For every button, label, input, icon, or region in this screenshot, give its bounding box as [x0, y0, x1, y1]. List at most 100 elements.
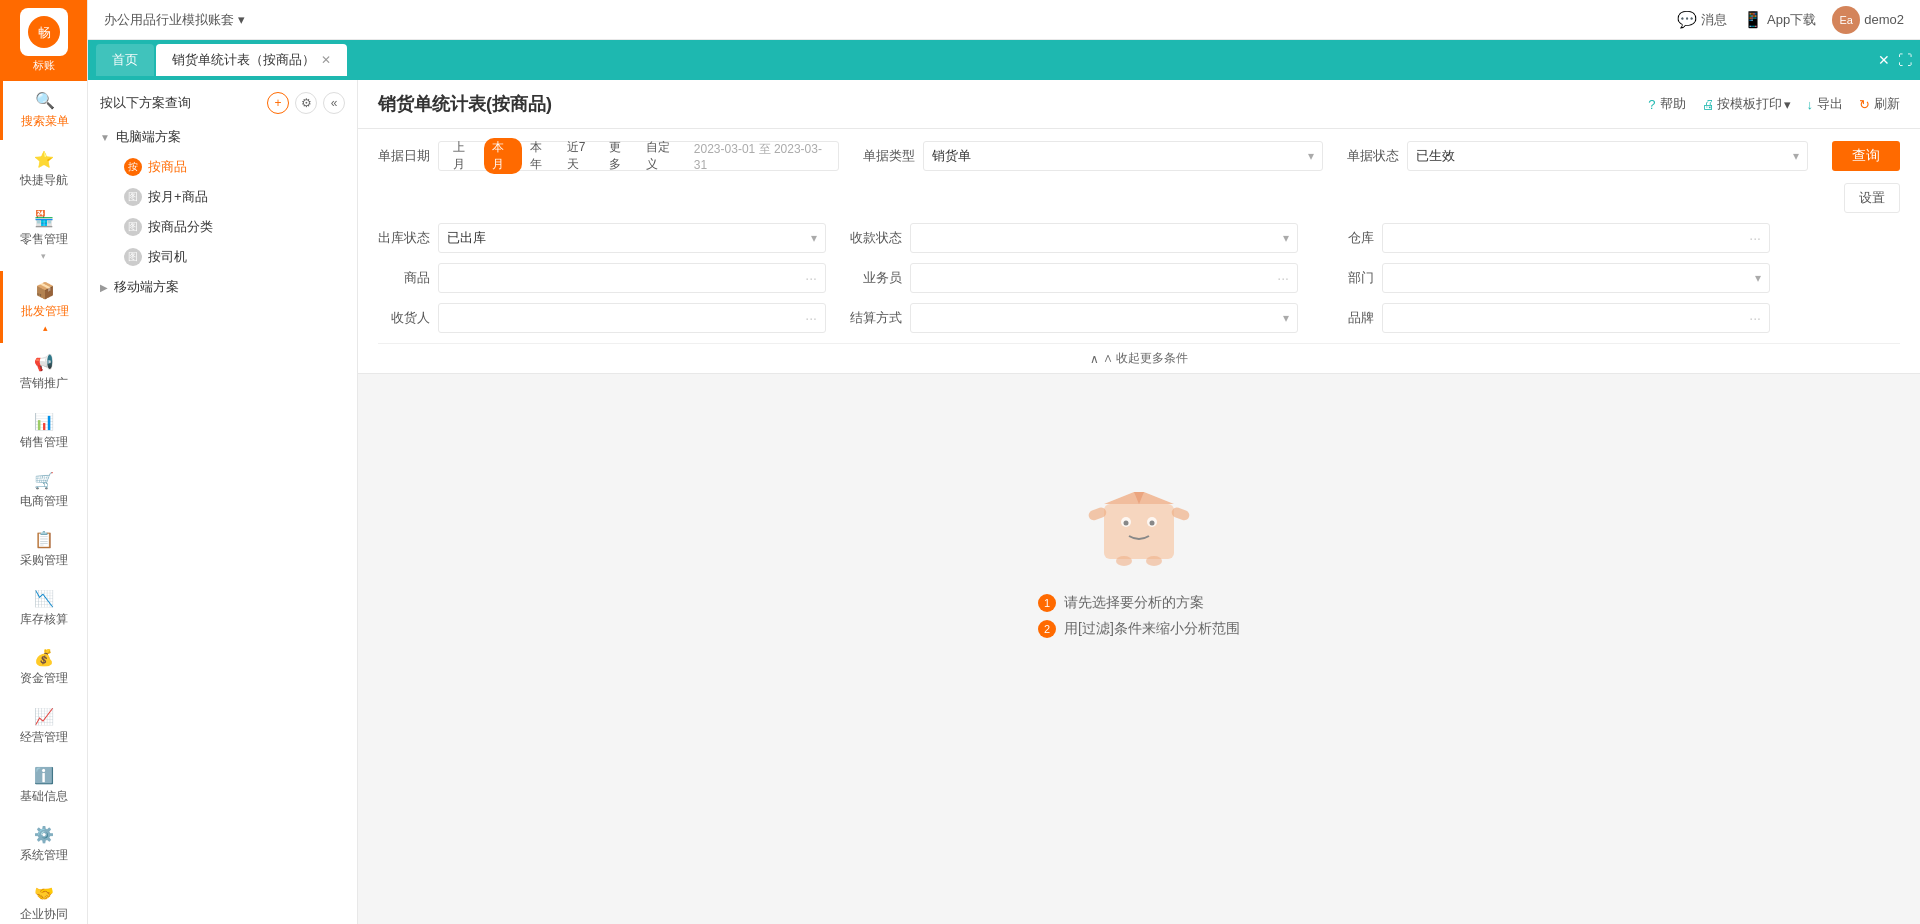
query-button[interactable]: 查询 — [1832, 141, 1900, 171]
user-profile-btn[interactable]: Ea demo2 — [1832, 6, 1904, 34]
template-print-btn[interactable]: 🖨 按模板打印 ▾ — [1702, 95, 1791, 113]
app-download-label: App下载 — [1767, 11, 1816, 29]
department-dropdown: ▾ — [1755, 271, 1761, 285]
sidebar-item-inventory-check[interactable]: 📉 库存核算 — [0, 579, 87, 638]
sidebar-item-ops-mgmt[interactable]: 📈 经营管理 — [0, 697, 87, 756]
tree-item-pc-scheme[interactable]: ▼ 电脑端方案 — [88, 122, 357, 152]
refresh-btn[interactable]: ↻ 刷新 — [1859, 95, 1900, 113]
settings-button[interactable]: 设置 — [1844, 183, 1900, 213]
svg-point-6 — [1150, 521, 1155, 526]
pill-7days[interactable]: 近7天 — [561, 138, 602, 174]
sidebar-item-label: 资金管理 — [20, 670, 68, 687]
filter-collect-status: 收款状态 ▾ — [850, 223, 1298, 253]
search-icon: 🔍 — [35, 91, 55, 110]
settlement-label: 结算方式 — [850, 309, 910, 327]
app-download-btn[interactable]: 📱 App下载 — [1743, 10, 1816, 29]
collapse-panel-btn[interactable]: « — [323, 92, 345, 114]
tree-item-by-product[interactable]: 按 按商品 — [88, 152, 357, 182]
pill-this-year[interactable]: 本年 — [524, 138, 559, 174]
receiver-dots: ··· — [805, 310, 817, 326]
settings-scheme-btn[interactable]: ⚙ — [295, 92, 317, 114]
sidebar-item-wholesale-mgmt[interactable]: 📦 批发管理 ▴ — [0, 271, 87, 343]
brand-input[interactable]: ··· — [1382, 303, 1770, 333]
info-icon: ℹ️ — [34, 766, 54, 785]
tree-label-by-product: 按商品 — [148, 158, 187, 176]
receiver-input[interactable]: ··· — [438, 303, 826, 333]
template-print-arrow: ▾ — [1784, 97, 1791, 112]
collapse-filter-btn[interactable]: ∧ ∧ 收起更多条件 — [378, 343, 1900, 373]
sidebar-item-ecommerce-mgmt[interactable]: 🛒 电商管理 — [0, 461, 87, 520]
svg-rect-2 — [1104, 504, 1174, 559]
pill-last-month[interactable]: 上月 — [447, 138, 482, 174]
sidebar-item-marketing[interactable]: 📢 营销推广 — [0, 343, 87, 402]
warehouse-input[interactable]: ··· — [1382, 223, 1770, 253]
company-selector[interactable]: 办公用品行业模拟账套 ▾ — [104, 11, 245, 29]
message-btn[interactable]: 💬 消息 — [1677, 10, 1727, 29]
filter-row-2: 出库状态 已出库 ▾ 收款状态 ▾ — [378, 223, 1900, 253]
svg-point-5 — [1124, 521, 1129, 526]
left-panel-header: 按以下方案查询 + ⚙ « — [88, 92, 357, 122]
tree-label-by-month-product: 按月+商品 — [148, 188, 208, 206]
tree-item-by-cashier[interactable]: 图 按司机 — [88, 242, 357, 272]
sidebar-item-label: 销售管理 — [20, 434, 68, 451]
tree-label-by-product-category: 按商品分类 — [148, 218, 213, 236]
pill-this-month[interactable]: 本月 — [484, 138, 523, 174]
department-label: 部门 — [1322, 269, 1382, 287]
ecommerce-icon: 🛒 — [34, 471, 54, 490]
department-input[interactable]: ▾ — [1382, 263, 1770, 293]
export-btn[interactable]: ↓ 导出 — [1807, 95, 1844, 113]
sidebar-item-label: 系统管理 — [20, 847, 68, 864]
salesman-input[interactable]: ··· — [910, 263, 1298, 293]
gear-icon: ⚙ — [301, 96, 312, 110]
collapse-label: ∧ 收起更多条件 — [1103, 350, 1188, 367]
sidebar-item-sales-mgmt[interactable]: 📊 销售管理 — [0, 402, 87, 461]
tab-close-icon[interactable]: ✕ — [321, 53, 331, 67]
help-btn[interactable]: ? 帮助 — [1648, 95, 1685, 113]
system-icon: ⚙️ — [34, 825, 54, 844]
sidebar-item-retail-mgmt[interactable]: 🏪 零售管理 ▾ — [0, 199, 87, 271]
tree-item-mobile-scheme[interactable]: ▶ 移动端方案 — [88, 272, 357, 302]
sidebar-item-basic-info[interactable]: ℹ️ 基础信息 — [0, 756, 87, 815]
sidebar-item-label: 批发管理 — [21, 303, 69, 320]
filter-department: 部门 ▾ — [1322, 263, 1770, 293]
settlement-input[interactable]: ▾ — [910, 303, 1298, 333]
bill-date-input[interactable]: 上月 本月 本年 近7天 更多 自定义 2023-03-01 至 2023-03… — [438, 141, 839, 171]
tab-sales-stat[interactable]: 销货单统计表（按商品） ✕ — [156, 44, 347, 76]
tree-item-by-month-product[interactable]: 图 按月+商品 — [88, 182, 357, 212]
sidebar-item-label: 经营管理 — [20, 729, 68, 746]
collect-status-input[interactable]: ▾ — [910, 223, 1298, 253]
logo-text: 标账 — [33, 58, 55, 73]
page-title: 销货单统计表(按商品) — [378, 92, 552, 116]
sidebar-item-purchase-mgmt[interactable]: 📋 采购管理 — [0, 520, 87, 579]
sidebar-item-quick-nav[interactable]: ⭐ 快捷导航 — [0, 140, 87, 199]
svg-point-10 — [1146, 556, 1162, 566]
svg-point-9 — [1116, 556, 1132, 566]
add-scheme-btn[interactable]: + — [267, 92, 289, 114]
out-status-input[interactable]: 已出库 ▾ — [438, 223, 826, 253]
product-input[interactable]: ··· — [438, 263, 826, 293]
pill-custom[interactable]: 自定义 — [640, 138, 686, 174]
receiver-label: 收货人 — [378, 309, 438, 327]
by-product-icon: 按 — [124, 158, 142, 176]
sidebar-item-system-mgmt[interactable]: ⚙️ 系统管理 — [0, 815, 87, 874]
bill-type-input[interactable]: 销货单 ▾ — [923, 141, 1324, 171]
pill-more[interactable]: 更多 — [603, 138, 638, 174]
bill-status-value: 已生效 — [1416, 147, 1455, 165]
tree-item-by-category[interactable]: 图 按商品分类 — [88, 212, 357, 242]
plus-icon: + — [274, 96, 281, 110]
close-window-icon[interactable]: ✕ — [1878, 52, 1890, 68]
tab-home[interactable]: 首页 — [96, 44, 154, 76]
empty-state: 1 请先选择要分析的方案 2 用[过滤]条件来缩小分析范围 — [358, 374, 1920, 718]
sidebar-item-enterprise-coop[interactable]: 🤝 企业协同 — [0, 874, 87, 924]
svg-text:畅: 畅 — [37, 25, 50, 40]
maximize-icon[interactable]: ⛶ — [1898, 52, 1912, 68]
bill-status-input[interactable]: 已生效 ▾ — [1407, 141, 1808, 171]
filter-out-status: 出库状态 已出库 ▾ — [378, 223, 826, 253]
logo-area: 畅 标账 — [0, 0, 87, 81]
sales-icon: 📊 — [34, 412, 54, 431]
sidebar-item-search-menu[interactable]: 🔍 搜索菜单 — [0, 81, 87, 140]
template-print-label: 按模板打印 — [1717, 95, 1782, 113]
sidebar-item-finance-mgmt[interactable]: 💰 资金管理 — [0, 638, 87, 697]
tab-sales-stat-label: 销货单统计表（按商品） — [172, 51, 315, 69]
bill-type-dropdown: ▾ — [1308, 149, 1314, 163]
